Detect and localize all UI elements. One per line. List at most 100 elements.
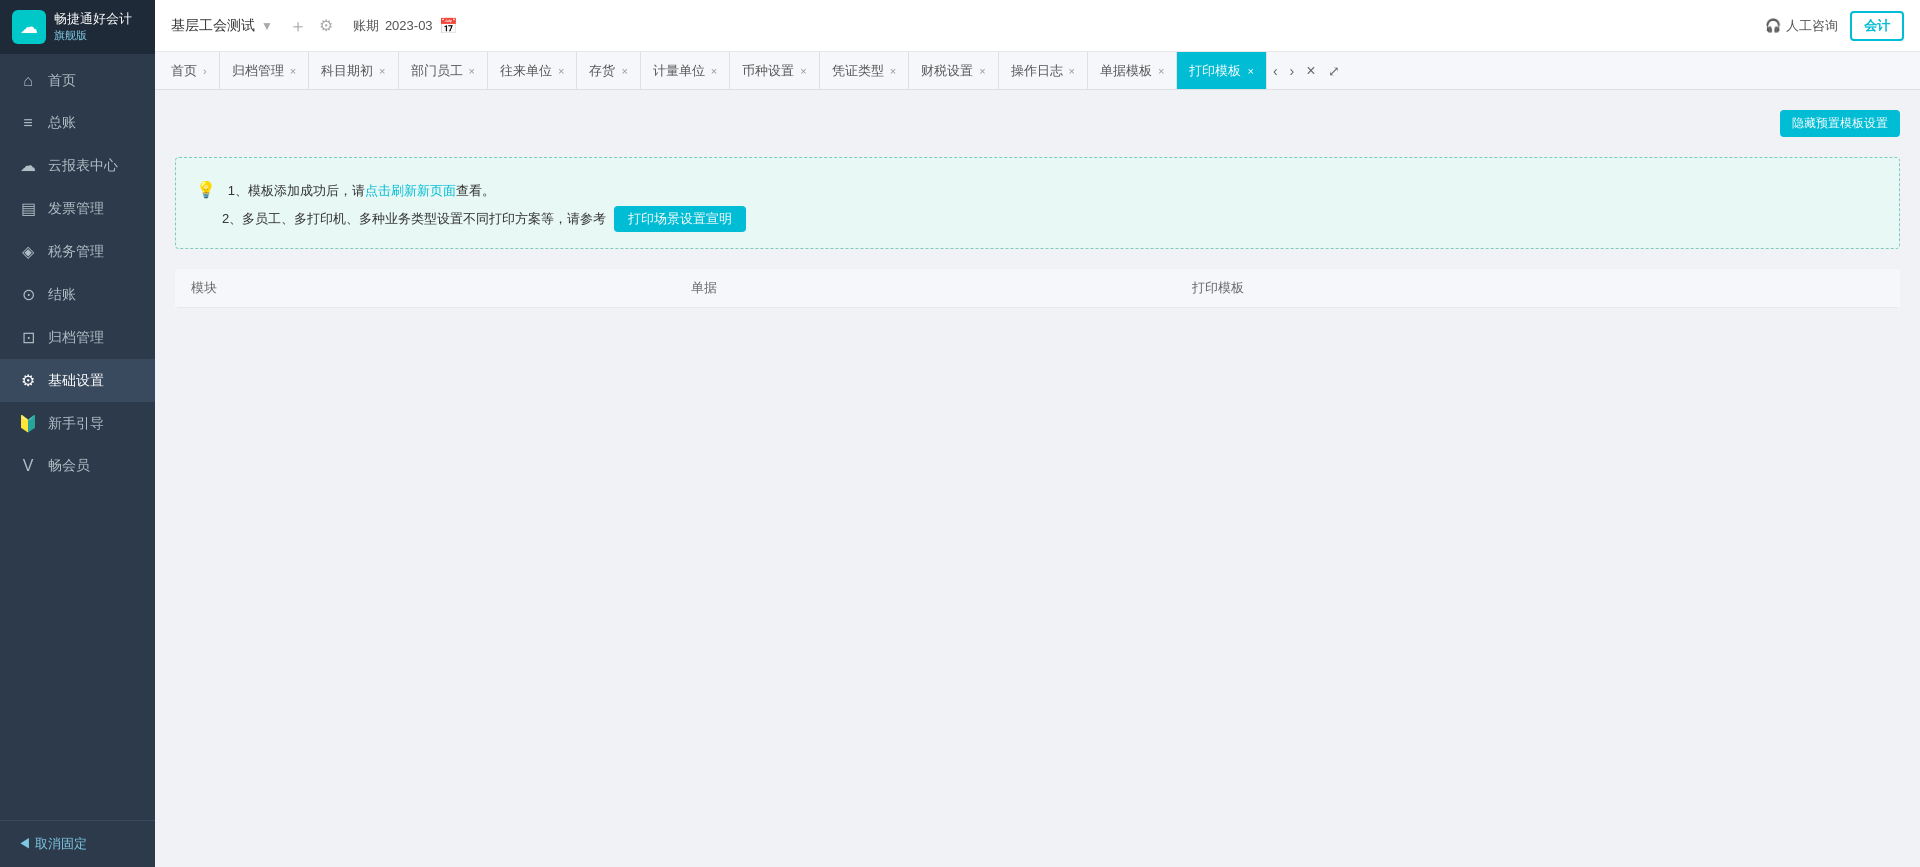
tab-close-icon[interactable]: × [979, 65, 985, 77]
home-icon: ⌂ [18, 72, 38, 90]
period-display: 账期 2023-03 📅 [353, 17, 458, 35]
sidebar-item-invoice[interactable]: ▤ 发票管理 [0, 187, 155, 230]
table-header-row: 模块 单据 打印模板 [175, 269, 1900, 308]
period-label: 账期 [353, 17, 379, 35]
invoice-icon: ▤ [18, 199, 38, 218]
info-line1-suffix: 查看。 [456, 183, 495, 198]
sidebar-item-archive[interactable]: ⊡ 归档管理 [0, 316, 155, 359]
info-line1: 💡 1、模板添加成功后，请点击刷新新页面查看。 [196, 174, 1879, 206]
page-content: 隐藏预置模板设置 💡 1、模板添加成功后，请点击刷新新页面查看。 2、多员工、多… [155, 90, 1920, 867]
tab-close-icon[interactable]: × [1069, 65, 1075, 77]
tab-close-all-button[interactable]: × [1300, 52, 1321, 89]
info-line2: 2、多员工、多打印机、多种业务类型设置不同打印方案等，请参考 打印场景设置宣明 [196, 206, 1879, 232]
tab-close-icon[interactable]: × [558, 65, 564, 77]
sidebar-item-close[interactable]: ⊙ 结账 [0, 273, 155, 316]
tab-label: 首页 [171, 62, 197, 80]
sidebar-item-ledger[interactable]: ≡ 总账 [0, 102, 155, 144]
period-value: 2023-03 [385, 18, 433, 33]
settings-gear-icon[interactable]: ⚙ [319, 16, 333, 35]
tab-label: 往来单位 [500, 62, 552, 80]
calendar-icon[interactable]: 📅 [439, 17, 458, 35]
app-name: 畅捷通好会计 [54, 11, 132, 28]
tab-close-icon[interactable]: × [890, 65, 896, 77]
headset-icon: 🎧 [1765, 18, 1781, 33]
sidebar-item-home[interactable]: ⌂ 首页 [0, 60, 155, 102]
support-button[interactable]: 🎧 人工咨询 [1765, 17, 1838, 35]
tab-print-template[interactable]: 打印模板 × [1177, 52, 1266, 89]
tab-department[interactable]: 部门员工 × [399, 52, 488, 89]
sidebar-item-label: 结账 [48, 286, 76, 304]
tab-close-icon[interactable]: × [711, 65, 717, 77]
tab-operation-log[interactable]: 操作日志 × [999, 52, 1088, 89]
tab-archive[interactable]: 归档管理 × [220, 52, 309, 89]
sidebar-item-tax[interactable]: ◈ 税务管理 [0, 230, 155, 273]
tab-expand-button[interactable]: ⤢ [1322, 52, 1346, 89]
info-line2-prefix: 2、多员工、多打印机、多种业务类型设置不同打印方案等，请参考 [222, 211, 606, 226]
tip-icon: 💡 [196, 181, 216, 198]
tab-label: 归档管理 [232, 62, 284, 80]
unpin-button[interactable]: ◀ 取消固定 [0, 820, 155, 867]
tab-home[interactable]: 首页 › [159, 52, 220, 89]
tab-close-icon[interactable]: × [469, 65, 475, 77]
tab-unit[interactable]: 计量单位 × [641, 52, 730, 89]
sidebar-item-reports[interactable]: ☁ 云报表中心 [0, 144, 155, 187]
sidebar-item-label: 畅会员 [48, 457, 90, 475]
tab-label: 打印模板 [1189, 62, 1241, 80]
tab-subjects[interactable]: 科目期初 × [309, 52, 398, 89]
tab-close-icon[interactable]: × [379, 65, 385, 77]
tab-label: 操作日志 [1011, 62, 1063, 80]
sidebar-item-label: 税务管理 [48, 243, 104, 261]
tab-tax-settings[interactable]: 财税设置 × [909, 52, 998, 89]
guide-icon: 🔰 [18, 414, 38, 433]
info-box: 💡 1、模板添加成功后，请点击刷新新页面查看。 2、多员工、多打印机、多种业务类… [175, 157, 1900, 249]
tab-label: 币种设置 [742, 62, 794, 80]
tab-partners[interactable]: 往来单位 × [488, 52, 577, 89]
support-label: 人工咨询 [1786, 17, 1838, 35]
tab-voucher[interactable]: 凭证类型 × [820, 52, 909, 89]
tab-label: 单据模板 [1100, 62, 1152, 80]
tabbar: 首页 › 归档管理 × 科目期初 × 部门员工 × 往来单位 × 存货 × 计量… [155, 52, 1920, 90]
tab-label: 财税设置 [921, 62, 973, 80]
sidebar-item-label: 新手引导 [48, 415, 104, 433]
sidebar-item-settings[interactable]: ⚙ 基础设置 [0, 359, 155, 402]
tab-nav-icon: › [203, 65, 207, 77]
archive-icon: ⊡ [18, 328, 38, 347]
sidebar-item-label: 基础设置 [48, 372, 104, 390]
hide-preview-button[interactable]: 隐藏预置模板设置 [1780, 110, 1900, 137]
close-account-icon: ⊙ [18, 285, 38, 304]
tab-label: 凭证类型 [832, 62, 884, 80]
app-logo-icon: ☁ [12, 10, 46, 44]
sidebar-item-label: 归档管理 [48, 329, 104, 347]
tax-icon: ◈ [18, 242, 38, 261]
print-template-table: 模块 单据 打印模板 [175, 269, 1900, 308]
content-topbar: 隐藏预置模板设置 [175, 110, 1900, 147]
sidebar-item-label: 云报表中心 [48, 157, 118, 175]
sidebar-logo: ☁ 畅捷通好会计 旗舰版 [0, 0, 155, 54]
topbar: 基层工会测试 ▼ ＋ ⚙ 账期 2023-03 📅 🎧 人工咨询 会计 [155, 0, 1920, 52]
tab-label: 科目期初 [321, 62, 373, 80]
tab-currency[interactable]: 币种设置 × [730, 52, 819, 89]
tab-close-icon[interactable]: × [1158, 65, 1164, 77]
tab-next-button[interactable]: › [1284, 52, 1301, 89]
account-button[interactable]: 会计 [1850, 11, 1904, 41]
refresh-link[interactable]: 点击刷新新页面 [365, 183, 456, 198]
main-area: 基层工会测试 ▼ ＋ ⚙ 账期 2023-03 📅 🎧 人工咨询 会计 首页 ›… [155, 0, 1920, 867]
company-selector[interactable]: 基层工会测试 ▼ [171, 17, 273, 35]
app-sub: 旗舰版 [54, 28, 132, 43]
tab-prev-button[interactable]: ‹ [1267, 52, 1284, 89]
tab-inventory[interactable]: 存货 × [577, 52, 640, 89]
sidebar-item-label: 发票管理 [48, 200, 104, 218]
tab-close-icon[interactable]: × [800, 65, 806, 77]
print-guide-button[interactable]: 打印场景设置宣明 [614, 206, 746, 232]
col-module: 模块 [175, 269, 675, 308]
reports-icon: ☁ [18, 156, 38, 175]
tab-close-icon[interactable]: × [621, 65, 627, 77]
tab-close-icon[interactable]: × [1247, 65, 1253, 77]
tab-close-icon[interactable]: × [290, 65, 296, 77]
sidebar-item-member[interactable]: V 畅会员 [0, 445, 155, 487]
tab-document-template[interactable]: 单据模板 × [1088, 52, 1177, 89]
sidebar-item-guide[interactable]: 🔰 新手引导 [0, 402, 155, 445]
tab-label: 计量单位 [653, 62, 705, 80]
add-tab-button[interactable]: ＋ [289, 14, 307, 38]
sidebar: ☁ 畅捷通好会计 旗舰版 ⌂ 首页 ≡ 总账 ☁ 云报表中心 ▤ 发票管理 ◈ … [0, 0, 155, 867]
